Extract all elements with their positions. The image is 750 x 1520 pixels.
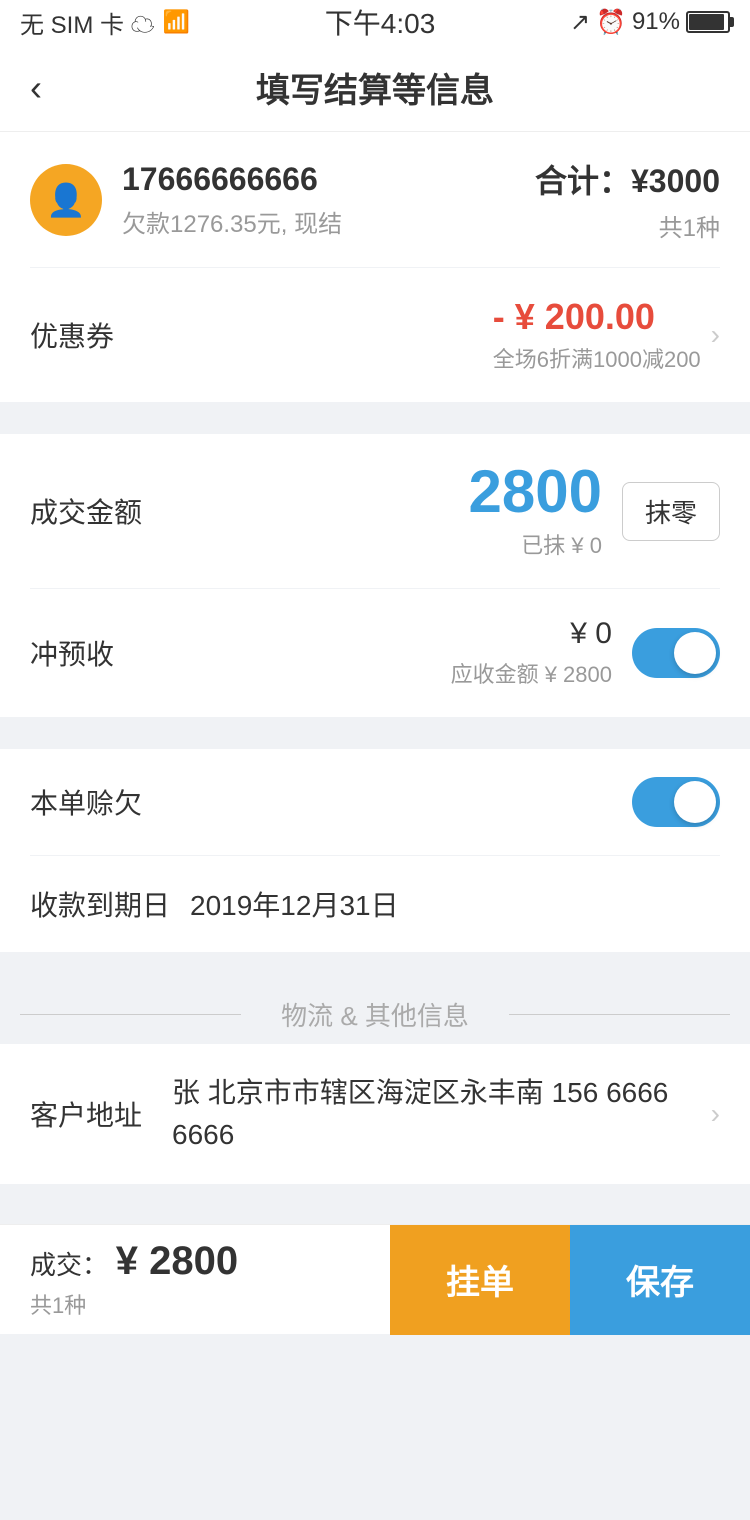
deal-amount-value: 2800 (469, 462, 602, 522)
customer-info: 17666666666 欠款1276.35元, 现结 (122, 161, 342, 239)
footer-deal-line: 成交： ¥ 2800 (30, 1239, 360, 1284)
sim-label: 无 SIM 卡 ☁ (20, 5, 155, 40)
avatar: 👤 (30, 164, 102, 236)
section-gap-3 (0, 968, 750, 984)
coupon-row[interactable]: 优惠券 - ¥ 200.00 全场6折满1000减200 › (0, 268, 750, 402)
battery-label: 91% (632, 8, 680, 36)
due-date-value: 2019年12月31日 (190, 884, 399, 924)
nav-bar: ‹ 填写结算等信息 (0, 44, 750, 132)
deal-amount-wrap: 2800 已抹 ¥ 0 (469, 462, 602, 560)
prepay-receivable: 应收金额 ¥ 2800 (451, 657, 612, 689)
logistics-line-left (20, 1014, 241, 1015)
prepay-toggle[interactable] (632, 628, 720, 678)
round-zero-button[interactable]: 抹零 (622, 482, 720, 541)
deal-amount-card: 成交金额 2800 已抹 ¥ 0 抹零 冲预收 ¥ 0 应收金额 ¥ 2800 (0, 434, 750, 717)
customer-debt: 欠款1276.35元, 现结 (122, 204, 342, 239)
credit-card: 本单赊欠 收款到期日 2019年12月31日 (0, 749, 750, 952)
due-date-row: 收款到期日 2019年12月31日 (0, 856, 750, 952)
status-bar-time: 下午4:03 (325, 2, 436, 42)
footer-deal-amount: ¥ 2800 (116, 1239, 238, 1283)
status-bar-right: ↗ ⏰ 91% (570, 8, 730, 37)
wifi-icon: 📶 (163, 9, 190, 35)
footer-left: 成交： ¥ 2800 共1种 (0, 1239, 390, 1320)
prepay-amount-wrap: ¥ 0 应收金额 ¥ 2800 (451, 617, 612, 689)
logistics-text: 物流 & 其他信息 (281, 996, 469, 1033)
credit-row: 本单赊欠 (0, 749, 750, 855)
prepay-row: 冲预收 ¥ 0 应收金额 ¥ 2800 (0, 589, 750, 717)
save-button[interactable]: 保存 (570, 1225, 750, 1335)
total-kinds: 共1种 (535, 208, 720, 243)
due-date-label: 收款到期日 (30, 884, 170, 924)
coupon-right: - ¥ 200.00 全场6折满1000减200 › (493, 296, 720, 374)
address-card: 客户地址 张 北京市市辖区海淀区永丰南 156 6666 6666 › (0, 1044, 750, 1184)
alarm-icon: ⏰ (596, 8, 626, 37)
section-gap-1 (0, 418, 750, 434)
coupon-label: 优惠券 (30, 315, 114, 355)
location-icon: ↗ (570, 8, 590, 37)
prepay-label: 冲预收 (30, 633, 114, 673)
avatar-icon: 👤 (46, 181, 86, 219)
deal-amount-right: 2800 已抹 ¥ 0 抹零 (469, 462, 721, 560)
customer-left: 👤 17666666666 欠款1276.35元, 现结 (30, 161, 342, 239)
footer-bar: 成交： ¥ 2800 共1种 挂单 保存 (0, 1224, 750, 1334)
customer-card: 👤 17666666666 欠款1276.35元, 现结 合计：¥3000 共1… (0, 132, 750, 402)
credit-label: 本单赊欠 (30, 782, 142, 822)
hold-order-button[interactable]: 挂单 (390, 1225, 570, 1335)
total-amount: 合计：¥3000 (535, 156, 720, 202)
prepay-amount: ¥ 0 (451, 617, 612, 651)
status-bar-left: 无 SIM 卡 ☁ 📶 (20, 5, 190, 40)
address-chevron-icon: › (711, 1098, 720, 1130)
coupon-desc: 全场6折满1000减200 (493, 342, 701, 374)
battery-icon (686, 11, 730, 33)
section-gap-2 (0, 733, 750, 749)
footer-kinds: 共1种 (30, 1288, 360, 1320)
deal-amount-label: 成交金额 (30, 491, 142, 531)
logistics-line-right (509, 1014, 730, 1015)
address-row[interactable]: 客户地址 张 北京市市辖区海淀区永丰南 156 6666 6666 › (0, 1044, 750, 1184)
footer-deal-label: 成交： (30, 1250, 108, 1280)
prepay-right: ¥ 0 应收金额 ¥ 2800 (451, 617, 720, 689)
address-content: 张 北京市市辖区海淀区永丰南 156 6666 6666 (172, 1072, 711, 1156)
address-label: 客户地址 (30, 1094, 142, 1134)
customer-right: 合计：¥3000 共1种 (535, 156, 720, 243)
credit-toggle[interactable] (632, 777, 720, 827)
status-bar: 无 SIM 卡 ☁ 📶 下午4:03 ↗ ⏰ 91% (0, 0, 750, 44)
page-title: 填写结算等信息 (256, 63, 494, 112)
customer-row: 👤 17666666666 欠款1276.35元, 现结 合计：¥3000 共1… (0, 132, 750, 267)
deal-zeroed-label: 已抹 ¥ 0 (469, 528, 602, 560)
deal-amount-row: 成交金额 2800 已抹 ¥ 0 抹零 (0, 434, 750, 588)
back-button[interactable]: ‹ (30, 67, 42, 109)
customer-phone: 17666666666 (122, 161, 342, 198)
coupon-amount: - ¥ 200.00 (493, 296, 701, 338)
logistics-separator: 物流 & 其他信息 (0, 984, 750, 1044)
chevron-right-icon: › (711, 319, 720, 351)
